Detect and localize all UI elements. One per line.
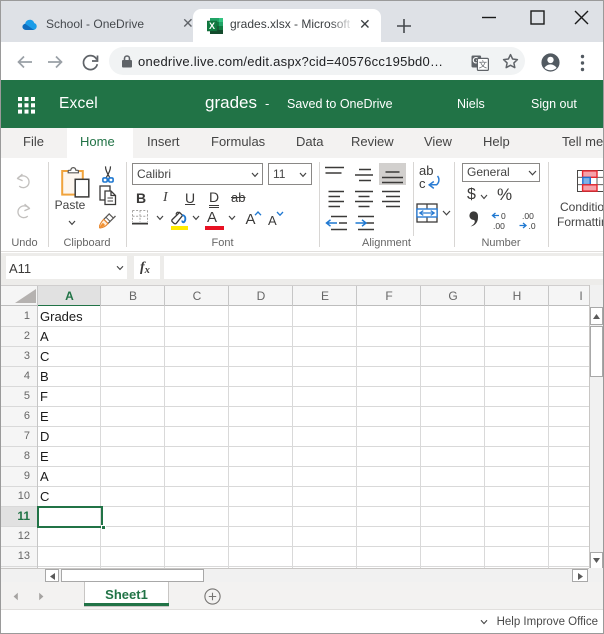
svg-text:0: 0 [501,211,506,221]
svg-text:.00: .00 [522,211,534,221]
svg-text:文: 文 [479,59,488,69]
svg-text:.00: .00 [493,221,505,231]
svg-text:.0: .0 [529,221,536,231]
svg-text:X: X [209,21,215,31]
